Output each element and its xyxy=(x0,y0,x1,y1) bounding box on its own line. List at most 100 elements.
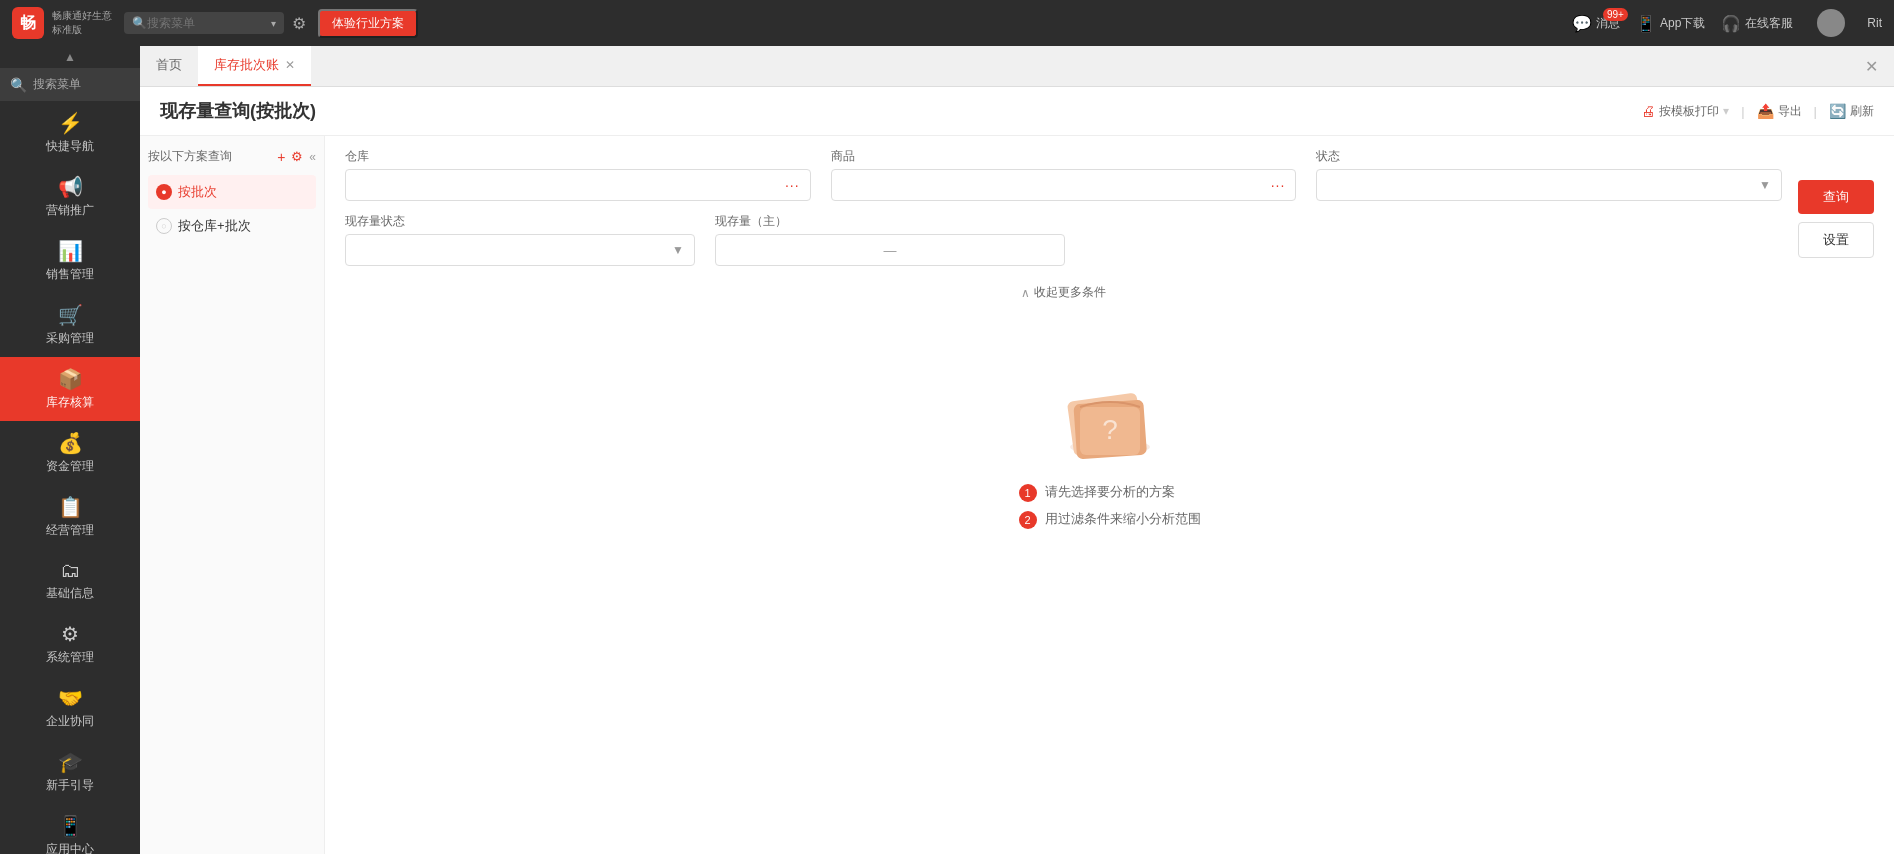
sidebar-item-system[interactable]: ⚙ 系统管理 xyxy=(0,612,140,676)
refresh-action[interactable]: 🔄 刷新 xyxy=(1829,103,1874,120)
sidebar-item-appcenter[interactable]: 📱 应用中心 xyxy=(0,804,140,854)
scheme-settings-icon[interactable]: ⚙ xyxy=(291,149,303,164)
tab-inventory-batch[interactable]: 库存批次账 ✕ xyxy=(198,46,311,86)
filter-quantity: 现存量（主） — xyxy=(715,213,1065,266)
quantity-max-input[interactable] xyxy=(905,243,1055,258)
collapse-conditions-btn[interactable]: ∧ 收起更多条件 xyxy=(345,278,1782,307)
chevron-down-icon[interactable]: ▾ xyxy=(271,18,276,29)
sidebar-item-marketing[interactable]: 📢 营销推广 xyxy=(0,165,140,229)
warehouse-input[interactable]: ··· xyxy=(345,169,811,201)
search-icon: 🔍 xyxy=(132,16,147,30)
panel-collapse-icon[interactable]: « xyxy=(309,150,316,164)
scheme-active-dot: ● xyxy=(156,184,172,200)
sidebar-item-newguide[interactable]: 🎓 新手引导 xyxy=(0,740,140,804)
filter-grid-row1: 仓库 ··· 商品 xyxy=(345,148,1782,201)
filter-area: 仓库 ··· 商品 xyxy=(345,148,1874,307)
sidebar-item-sales[interactable]: 📊 销售管理 xyxy=(0,229,140,293)
svg-text:?: ? xyxy=(1102,414,1118,445)
tab-bar: 首页 库存批次账 ✕ ✕ xyxy=(140,46,1894,87)
scheme-inactive-dot: ○ xyxy=(156,218,172,234)
refresh-label: 刷新 xyxy=(1850,103,1874,120)
print-icon: 🖨 xyxy=(1641,103,1655,119)
sidebar-item-label: 经营管理 xyxy=(46,522,94,539)
message-action[interactable]: 💬 消息 99+ xyxy=(1572,14,1620,33)
sidebar-item-label: 基础信息 xyxy=(46,585,94,602)
app-download-action[interactable]: 📱 App下载 xyxy=(1636,14,1705,33)
product-input[interactable]: ··· xyxy=(831,169,1297,201)
sidebar-item-finance[interactable]: 💰 资金管理 xyxy=(0,421,140,485)
app-brand: 畅康通好生意 标准版 xyxy=(52,9,112,37)
sidebar-item-basic[interactable]: 🗂 基础信息 xyxy=(0,549,140,612)
online-service-action[interactable]: 🎧 在线客服 xyxy=(1721,14,1793,33)
scheme-by-batch[interactable]: ● 按批次 xyxy=(148,175,316,209)
sidebar-search-label: 搜索菜单 xyxy=(33,76,81,93)
action-buttons: 查询 设置 xyxy=(1798,148,1874,307)
sidebar-item-operation[interactable]: 📋 经营管理 xyxy=(0,485,140,549)
product-more-icon[interactable]: ··· xyxy=(1271,177,1286,193)
quantity-range[interactable]: — xyxy=(715,234,1065,266)
sidebar-item-label: 资金管理 xyxy=(46,458,94,475)
finance-icon: 💰 xyxy=(58,431,83,455)
service-icon: 🎧 xyxy=(1721,14,1741,33)
collapse-icon: ∧ xyxy=(1021,286,1030,300)
trial-button[interactable]: 体验行业方案 xyxy=(318,9,418,38)
query-button[interactable]: 查询 xyxy=(1798,180,1874,214)
message-icon: 💬 xyxy=(1572,14,1592,33)
sidebar-item-inventory[interactable]: 📦 库存核算 xyxy=(0,357,140,421)
inventory-status-label: 现存量状态 xyxy=(345,213,695,230)
marketing-icon: 📢 xyxy=(58,175,83,199)
print-action[interactable]: 🖨 按模板打印 ▾ xyxy=(1641,103,1729,120)
add-scheme-icon[interactable]: + xyxy=(277,149,285,165)
search-bar[interactable]: 🔍 ▾ xyxy=(124,12,284,34)
page-content: 现存量查询(按批次) 🖨 按模板打印 ▾ | 📤 导出 | 🔄 xyxy=(140,87,1894,854)
quantity-label: 现存量（主） xyxy=(715,213,1065,230)
warehouse-text-input[interactable] xyxy=(356,178,785,193)
product-text-input[interactable] xyxy=(842,178,1271,193)
enterprise-icon: 🤝 xyxy=(58,686,83,710)
chevron-down-icon[interactable]: ▼ xyxy=(672,243,684,257)
inventory-status-text-input[interactable] xyxy=(356,243,672,258)
filter-status: 状态 ▼ xyxy=(1316,148,1782,201)
avatar[interactable] xyxy=(1817,9,1845,37)
search-icon: 🔍 xyxy=(10,77,27,93)
print-label: 按模板打印 xyxy=(1659,103,1719,120)
status-text-input[interactable] xyxy=(1327,178,1759,193)
quantity-min-input[interactable] xyxy=(726,243,876,258)
refresh-icon: 🔄 xyxy=(1829,103,1846,119)
tab-close-main[interactable]: ✕ xyxy=(1849,47,1894,86)
export-label: 导出 xyxy=(1778,103,1802,120)
quick-nav-icon: ⚡ xyxy=(58,111,83,135)
tab-home[interactable]: 首页 xyxy=(140,46,198,86)
sidebar-item-enterprise[interactable]: 🤝 企业协同 xyxy=(0,676,140,740)
message-badge: 99+ xyxy=(1603,8,1628,21)
top-bar: 畅 畅康通好生意 标准版 🔍 ▾ ⚙ 体验行业方案 💬 消息 99+ 📱 App… xyxy=(0,0,1894,46)
operation-icon: 📋 xyxy=(58,495,83,519)
scheme-label: 按仓库+批次 xyxy=(178,217,251,235)
gear-icon[interactable]: ⚙ xyxy=(292,14,306,33)
divider2: | xyxy=(1814,104,1817,119)
settings-button[interactable]: 设置 xyxy=(1798,222,1874,258)
content-area: 首页 库存批次账 ✕ ✕ 现存量查询(按批次) 🖨 按模板打印 ▾ | xyxy=(140,46,1894,854)
empty-step-1: 1 请先选择要分析的方案 xyxy=(1019,483,1201,502)
search-input[interactable] xyxy=(147,16,267,30)
page-title: 现存量查询(按批次) xyxy=(160,99,316,123)
sidebar-item-quick-nav[interactable]: ⚡ 快捷导航 xyxy=(0,101,140,165)
basic-icon: 🗂 xyxy=(60,559,80,582)
chevron-down-icon[interactable]: ▼ xyxy=(1759,178,1771,192)
warehouse-more-icon[interactable]: ··· xyxy=(785,177,800,193)
sidebar-scroll-up[interactable]: ▲ xyxy=(0,46,140,68)
chevron-down-icon[interactable]: ▾ xyxy=(1723,104,1729,118)
status-label: 状态 xyxy=(1316,148,1782,165)
sidebar-item-search[interactable]: 🔍 搜索菜单 xyxy=(0,68,140,101)
tab-close-icon[interactable]: ✕ xyxy=(285,58,295,72)
export-action[interactable]: 📤 导出 xyxy=(1757,103,1802,120)
appcenter-icon: 📱 xyxy=(58,814,83,838)
tab-home-label: 首页 xyxy=(156,56,182,74)
step2-text: 用过滤条件来缩小分析范围 xyxy=(1045,510,1201,528)
app-download-label: App下载 xyxy=(1660,15,1705,32)
scheme-by-warehouse-batch[interactable]: ○ 按仓库+批次 xyxy=(148,209,316,243)
sidebar-item-purchase[interactable]: 🛒 采购管理 xyxy=(0,293,140,357)
inventory-status-select[interactable]: ▼ xyxy=(345,234,695,266)
status-select[interactable]: ▼ xyxy=(1316,169,1782,201)
step1-num: 1 xyxy=(1019,484,1037,502)
